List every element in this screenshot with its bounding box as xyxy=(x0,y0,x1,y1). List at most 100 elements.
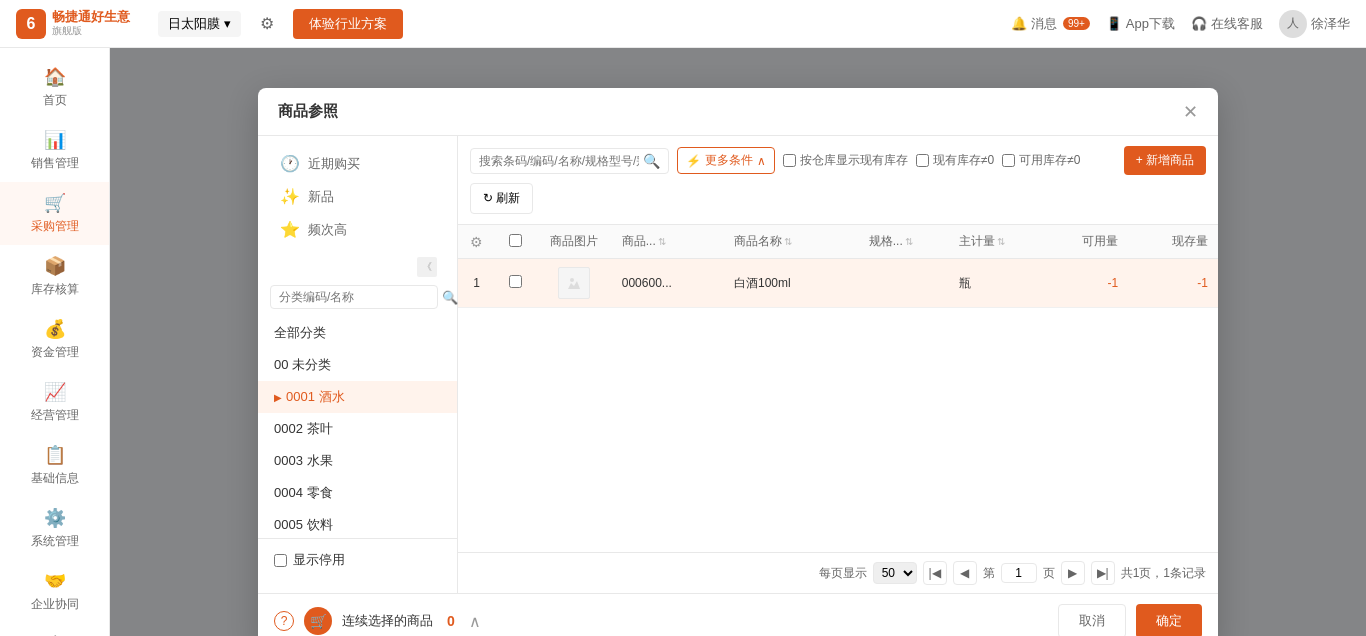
col-header-code: 商品... ⇅ xyxy=(612,225,724,259)
category-search-input[interactable] xyxy=(270,285,438,309)
code-sort-icon[interactable]: ⇅ xyxy=(658,236,666,247)
more-filters-button[interactable]: ⚡ 更多条件 ∧ xyxy=(677,147,775,174)
last-page-button[interactable]: ▶| xyxy=(1091,561,1115,585)
unit-sort-icon[interactable]: ⇅ xyxy=(997,236,1005,247)
show-disabled-row: 显示停用 xyxy=(258,538,457,581)
filter-icon: ⚡ xyxy=(686,154,701,168)
cat-liquor-label: 0001 酒水 xyxy=(286,388,345,406)
product-table: ⚙ 商品图片 商品... xyxy=(458,225,1218,308)
table-row[interactable]: 1 000600... 白酒100ml 瓶 -1 -1 xyxy=(458,259,1218,308)
new-icon: ✨ xyxy=(280,187,300,206)
footer-collapse-icon[interactable]: ∧ xyxy=(469,612,481,631)
page-label: 第 xyxy=(983,565,995,582)
current-stock-checkbox[interactable] xyxy=(916,154,929,167)
avail-stock-checkbox[interactable] xyxy=(1002,154,1015,167)
cat-snack[interactable]: 0004 零食 xyxy=(258,477,457,509)
product-search-wrap: 🔍 xyxy=(470,148,669,174)
name-sort-icon[interactable]: ⇅ xyxy=(784,236,792,247)
sidebar-item-home[interactable]: 🏠 首页 xyxy=(0,56,109,119)
cat-snack-label: 0004 零食 xyxy=(274,484,333,502)
select-all-checkbox[interactable] xyxy=(509,234,522,247)
sidebar-item-purchase-label: 采购管理 xyxy=(31,218,79,235)
cat-beverage[interactable]: 0005 饮料 xyxy=(258,509,457,538)
row-avail: -1 xyxy=(1038,259,1128,308)
sidebar-item-sales-label: 销售管理 xyxy=(31,155,79,172)
cat-all[interactable]: 全部分类 xyxy=(258,317,457,349)
cat-fruit[interactable]: 0003 水果 xyxy=(258,445,457,477)
store-name: 日太阳膜 xyxy=(168,15,220,33)
cat-uncategorized[interactable]: 00 未分类 xyxy=(258,349,457,381)
sidebar-item-operations-label: 经营管理 xyxy=(31,407,79,424)
notification-label: 消息 xyxy=(1031,15,1057,33)
top-navbar: 6 畅捷通好生意 旗舰版 日太阳膜 ▾ ⚙ 体验行业方案 🔔 消息 99+ 📱 … xyxy=(0,0,1366,48)
confirm-button[interactable]: 确定 xyxy=(1136,604,1202,636)
add-product-button[interactable]: + 新增商品 xyxy=(1124,146,1206,175)
sidebar-item-system[interactable]: ⚙️ 系统管理 xyxy=(0,497,109,560)
bell-icon: 🔔 xyxy=(1011,16,1027,31)
sidebar-item-enterprise[interactable]: 🤝 企业协同 xyxy=(0,560,109,623)
category-list: 全部分类 00 未分类 ▶ 0001 酒水 0002 茶叶 xyxy=(258,317,457,538)
basics-icon: 📋 xyxy=(44,444,66,466)
category-search-icon[interactable]: 🔍 xyxy=(442,290,458,305)
spec-sort-icon[interactable]: ⇅ xyxy=(905,236,913,247)
product-search-input[interactable] xyxy=(479,154,639,168)
new-products-tab[interactable]: ✨ 新品 xyxy=(270,181,445,212)
cart-icon[interactable]: 🛒 xyxy=(304,607,332,635)
row-image xyxy=(535,259,611,308)
user-item[interactable]: 人 徐泽华 xyxy=(1279,10,1350,38)
sidebar-item-finance-label: 资金管理 xyxy=(31,344,79,361)
sidebar-item-basics[interactable]: 📋 基础信息 xyxy=(0,434,109,497)
avail-stock-checkbox-label[interactable]: 可用库存≠0 xyxy=(1002,152,1080,169)
sidebar-item-inventory[interactable]: 📦 库存核算 xyxy=(0,245,109,308)
sidebar-item-sales[interactable]: 📊 销售管理 xyxy=(0,119,109,182)
main-content: 商品参照 ✕ 🕐 近期购买 ✨ xyxy=(110,48,1366,636)
panel-collapse-button[interactable]: 《 xyxy=(417,257,437,277)
cat-liquor[interactable]: ▶ 0001 酒水 xyxy=(258,381,457,413)
show-disabled-checkbox[interactable] xyxy=(274,554,287,567)
notification-item[interactable]: 🔔 消息 99+ xyxy=(1011,15,1090,33)
sidebar-item-guide[interactable]: 🎓 新手引导 xyxy=(0,623,109,636)
sidebar-item-purchase[interactable]: 🛒 采购管理 xyxy=(0,182,109,245)
sidebar-item-finance[interactable]: 💰 资金管理 xyxy=(0,308,109,371)
cancel-button[interactable]: 取消 xyxy=(1058,604,1126,636)
modal-footer: ? 🛒 连续选择的商品 0 ∧ 取消 确定 xyxy=(258,593,1218,636)
gear-icon[interactable]: ⚙ xyxy=(253,10,281,38)
row-checkbox[interactable] xyxy=(509,275,522,288)
online-service-label: 在线客服 xyxy=(1211,15,1263,33)
quick-tabs: 🕐 近期购买 ✨ 新品 ⭐ 频次高 xyxy=(258,148,457,245)
next-page-button[interactable]: ▶ xyxy=(1061,561,1085,585)
online-service-item[interactable]: 🎧 在线客服 xyxy=(1191,15,1263,33)
cat-all-label: 全部分类 xyxy=(274,324,326,342)
warehouse-stock-checkbox[interactable] xyxy=(783,154,796,167)
warehouse-stock-checkbox-label[interactable]: 按仓库显示现有库存 xyxy=(783,152,908,169)
row-spec xyxy=(859,259,949,308)
product-search-icon[interactable]: 🔍 xyxy=(643,153,660,169)
app-download-item[interactable]: 📱 App下载 xyxy=(1106,15,1175,33)
modal-close-button[interactable]: ✕ xyxy=(1183,103,1198,121)
page-size-select[interactable]: 50 xyxy=(873,562,917,584)
store-selector[interactable]: 日太阳膜 ▾ xyxy=(158,11,241,37)
current-stock-checkbox-label[interactable]: 现有库存≠0 xyxy=(916,152,994,169)
modal-header: 商品参照 ✕ xyxy=(258,88,1218,136)
sales-icon: 📊 xyxy=(44,129,66,151)
main-layout: 🏠 首页 📊 销售管理 🛒 采购管理 📦 库存核算 💰 资金管理 📈 经营管理 … xyxy=(0,48,1366,636)
cat-beverage-label: 0005 饮料 xyxy=(274,516,333,534)
page-number-input[interactable] xyxy=(1001,563,1037,583)
logo-sub: 旗舰版 xyxy=(52,24,130,38)
table-settings-icon[interactable]: ⚙ xyxy=(470,234,483,250)
app-download-label: App下载 xyxy=(1126,15,1175,33)
frequent-tab[interactable]: ⭐ 频次高 xyxy=(270,214,445,245)
recent-purchase-label: 近期购买 xyxy=(308,155,360,173)
cat-tea[interactable]: 0002 茶叶 xyxy=(258,413,457,445)
trial-button[interactable]: 体验行业方案 xyxy=(293,9,403,39)
pagination: 每页显示 50 |◀ ◀ 第 页 ▶ ▶| 共1页，1条记录 xyxy=(458,552,1218,593)
headset-icon: 🎧 xyxy=(1191,16,1207,31)
help-icon[interactable]: ? xyxy=(274,611,294,631)
row-checkbox-cell[interactable] xyxy=(495,259,535,308)
refresh-button[interactable]: ↻ 刷新 xyxy=(470,183,533,214)
prev-page-button[interactable]: ◀ xyxy=(953,561,977,585)
sidebar-item-operations[interactable]: 📈 经营管理 xyxy=(0,371,109,434)
recent-purchase-tab[interactable]: 🕐 近期购买 xyxy=(270,148,445,179)
first-page-button[interactable]: |◀ xyxy=(923,561,947,585)
sidebar-item-basics-label: 基础信息 xyxy=(31,470,79,487)
